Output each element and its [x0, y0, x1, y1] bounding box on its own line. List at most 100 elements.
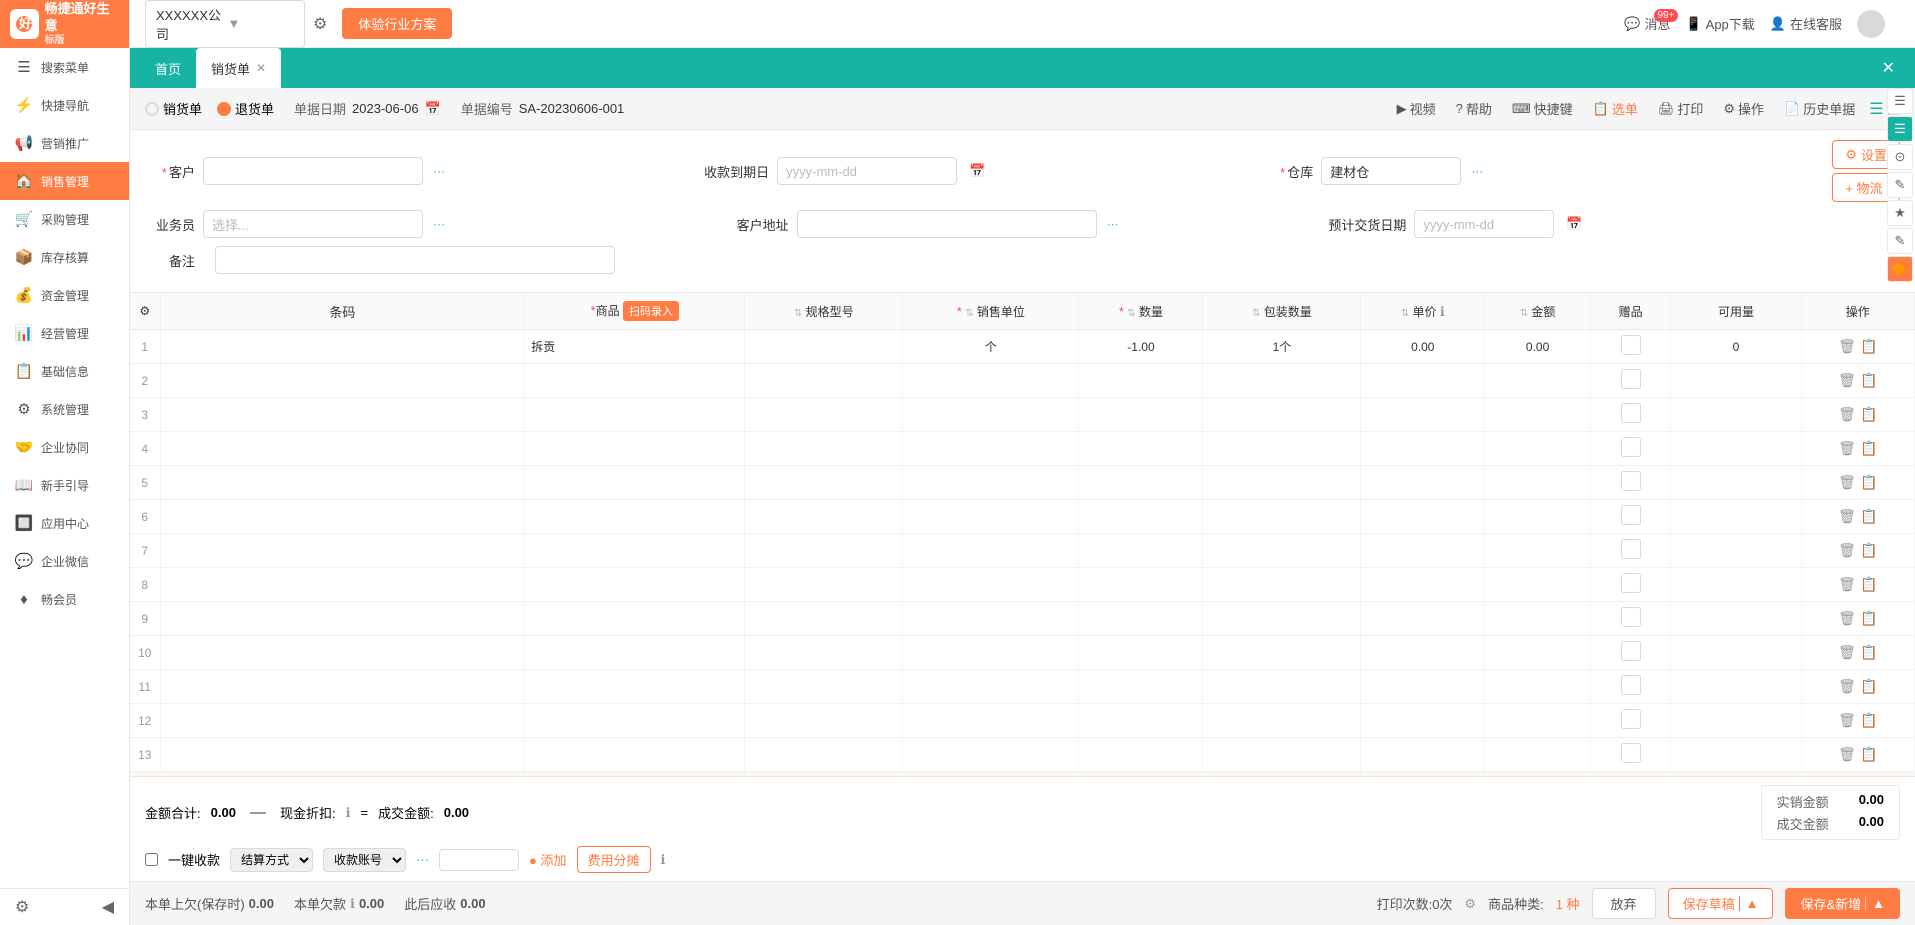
cell-pkg-qty-13[interactable]	[1203, 738, 1361, 772]
customer-address-more-btn[interactable]: ···	[1107, 217, 1119, 231]
copy-row-icon-7[interactable]: 📋	[1860, 542, 1877, 559]
cell-goods-11[interactable]	[525, 670, 745, 704]
delete-row-icon-7[interactable]: 🗑	[1838, 542, 1856, 559]
cell-pkg-qty-5[interactable]	[1203, 466, 1361, 500]
cell-barcode-12[interactable]	[160, 704, 525, 738]
cell-pkg-qty-6[interactable]	[1203, 500, 1361, 534]
cell-spec-13[interactable]	[745, 738, 903, 772]
copy-row-icon-10[interactable]: 📋	[1860, 644, 1877, 661]
delete-row-icon-11[interactable]: 🗑	[1838, 678, 1856, 695]
sidebar-item-guide[interactable]: 📖 新手引导	[0, 466, 129, 504]
delete-row-icon-8[interactable]: 🗑	[1838, 576, 1856, 593]
cell-goods-13[interactable]	[525, 738, 745, 772]
discard-btn[interactable]: 放弃	[1592, 888, 1656, 919]
sidebar-item-sales-mgmt[interactable]: 🏠 销售管理	[0, 162, 129, 200]
cell-qty-2[interactable]	[1079, 364, 1203, 398]
cell-amount-8[interactable]	[1485, 568, 1591, 602]
cell-unit-5[interactable]	[903, 466, 1079, 500]
cell-amount-10[interactable]	[1485, 636, 1591, 670]
right-icon-2[interactable]: ☰	[1887, 116, 1913, 142]
cell-spec-12[interactable]	[745, 704, 903, 738]
warehouse-input[interactable]: 建材仓	[1321, 157, 1461, 185]
copy-row-icon-11[interactable]: 📋	[1860, 678, 1877, 695]
sidebar-item-purchase-mgmt[interactable]: 🛒 采购管理	[0, 200, 129, 238]
cell-amount-3[interactable]	[1485, 398, 1591, 432]
right-icon-5[interactable]: ★	[1887, 200, 1913, 226]
cell-pkg-qty-7[interactable]	[1203, 534, 1361, 568]
delivery-calendar-icon[interactable]: 📅	[1566, 216, 1582, 232]
cell-barcode-11[interactable]	[160, 670, 525, 704]
cell-barcode-3[interactable]	[160, 398, 525, 432]
cell-qty-7[interactable]	[1079, 534, 1203, 568]
cell-spec-10[interactable]	[745, 636, 903, 670]
delete-row-icon-5[interactable]: 🗑	[1838, 474, 1856, 491]
cell-pkg-qty-1[interactable]: 1个	[1203, 330, 1361, 364]
cell-gift-6[interactable]	[1590, 500, 1670, 534]
right-icon-4[interactable]: ✎	[1887, 172, 1913, 198]
sidebar-item-finance[interactable]: 💰 资金管理	[0, 276, 129, 314]
cell-goods-3[interactable]	[525, 398, 745, 432]
cell-gift-3[interactable]	[1590, 398, 1670, 432]
cell-spec-2[interactable]	[745, 364, 903, 398]
cell-unit-price-11[interactable]	[1361, 670, 1485, 704]
delete-row-icon-2[interactable]: 🗑	[1838, 372, 1856, 389]
right-icon-1[interactable]: ☰	[1887, 88, 1913, 114]
cell-unit-price-12[interactable]	[1361, 704, 1485, 738]
customer-address-input[interactable]	[797, 210, 1097, 238]
cell-unit-7[interactable]	[903, 534, 1079, 568]
copy-row-icon-9[interactable]: 📋	[1860, 610, 1877, 627]
cell-amount-4[interactable]	[1485, 432, 1591, 466]
cell-qty-13[interactable]	[1079, 738, 1203, 772]
save-new-btn[interactable]: 保存&新增 ▲	[1785, 888, 1900, 919]
cell-unit-2[interactable]	[903, 364, 1079, 398]
tab-close-icon[interactable]: ✕	[256, 61, 266, 75]
cell-goods-4[interactable]	[525, 432, 745, 466]
sidebar-collapse-btn[interactable]: ◀	[102, 897, 114, 917]
cell-spec-9[interactable]	[745, 602, 903, 636]
sidebar-settings-btn[interactable]: ⚙	[15, 897, 29, 917]
delete-row-icon-6[interactable]: 🗑	[1838, 508, 1856, 525]
copy-row-icon-3[interactable]: 📋	[1860, 406, 1877, 423]
save-draft-btn[interactable]: 保存草稿 ▲	[1668, 888, 1774, 919]
cell-gift-10[interactable]	[1590, 636, 1670, 670]
delete-row-icon-9[interactable]: 🗑	[1838, 610, 1856, 627]
customer-input[interactable]	[203, 157, 423, 185]
cell-barcode-13[interactable]	[160, 738, 525, 772]
cell-barcode-9[interactable]	[160, 602, 525, 636]
cell-goods-8[interactable]	[525, 568, 745, 602]
cell-unit-price-8[interactable]	[1361, 568, 1485, 602]
cell-unit-9[interactable]	[903, 602, 1079, 636]
company-selector[interactable]: XXXXXX公司 ▼	[145, 0, 305, 48]
cell-pkg-qty-10[interactable]	[1203, 636, 1361, 670]
one-click-payment-checkbox[interactable]	[145, 853, 158, 866]
cell-goods-2[interactable]	[525, 364, 745, 398]
cell-qty-4[interactable]	[1079, 432, 1203, 466]
cell-gift-9[interactable]	[1590, 602, 1670, 636]
cell-goods-9[interactable]	[525, 602, 745, 636]
cell-qty-5[interactable]	[1079, 466, 1203, 500]
cell-pkg-qty-9[interactable]	[1203, 602, 1361, 636]
cell-unit-11[interactable]	[903, 670, 1079, 704]
sidebar-item-marketing[interactable]: 📢 营销推广	[0, 124, 129, 162]
expense-split-btn[interactable]: 费用分摊	[577, 846, 651, 873]
app-download-btn[interactable]: 📱 App下载	[1685, 14, 1754, 33]
list-view-btn[interactable]: ☰	[1869, 99, 1883, 119]
copy-row-icon-13[interactable]: 📋	[1860, 746, 1877, 763]
delete-row-icon-4[interactable]: 🗑	[1838, 440, 1856, 457]
sidebar-item-app-center[interactable]: 🔲 应用中心	[0, 504, 129, 542]
salesperson-input[interactable]: 选择...	[203, 210, 423, 238]
sidebar-item-quick-nav[interactable]: ⚡ 快捷导航	[0, 86, 129, 124]
cell-gift-4[interactable]	[1590, 432, 1670, 466]
cell-qty-8[interactable]	[1079, 568, 1203, 602]
cell-barcode-1[interactable]	[160, 330, 525, 364]
sidebar-item-wechat[interactable]: 💬 企业微信	[0, 542, 129, 580]
cell-unit-price-13[interactable]	[1361, 738, 1485, 772]
radio-sales[interactable]: 销货单	[145, 99, 202, 118]
copy-row-icon-2[interactable]: 📋	[1860, 372, 1877, 389]
cell-spec-1[interactable]	[745, 330, 903, 364]
delete-row-icon-10[interactable]: 🗑	[1838, 644, 1856, 661]
cell-goods-12[interactable]	[525, 704, 745, 738]
cell-amount-13[interactable]	[1485, 738, 1591, 772]
cell-spec-11[interactable]	[745, 670, 903, 704]
cell-spec-8[interactable]	[745, 568, 903, 602]
